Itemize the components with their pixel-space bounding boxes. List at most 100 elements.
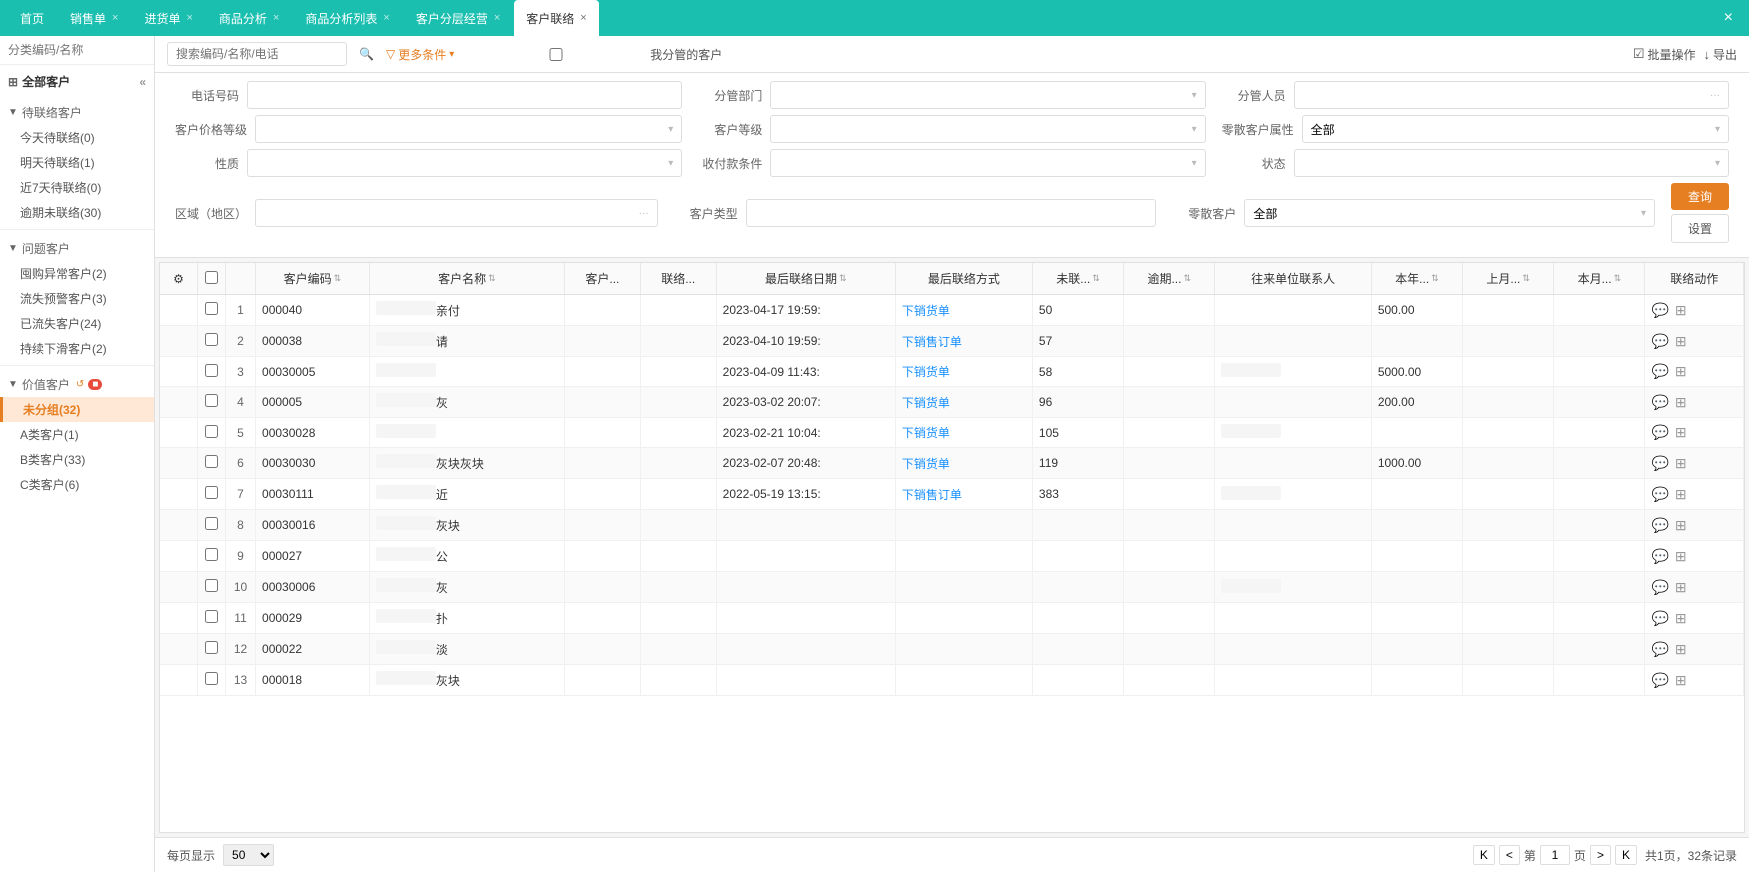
person-select[interactable]: ···	[1294, 81, 1729, 109]
sidebar-item-7days[interactable]: 近7天待联络(0)	[0, 175, 154, 200]
apps-icon[interactable]: ⊞	[1675, 610, 1687, 627]
tab-close-icon[interactable]: ×	[580, 12, 586, 24]
message-icon[interactable]: 💬	[1651, 548, 1668, 565]
col-last-month[interactable]: 上月... ⇅	[1463, 263, 1554, 295]
apps-icon[interactable]: ⊞	[1675, 333, 1687, 350]
sidebar-item-ungroup[interactable]: 未分组(32)	[0, 397, 154, 422]
sidebar-item-declining[interactable]: 持续下滑客户(2)	[0, 336, 154, 361]
apps-icon[interactable]: ⊞	[1675, 486, 1687, 503]
nav-tab-home[interactable]: 首页	[8, 0, 56, 36]
contact-way-link[interactable]: 下销货单	[902, 304, 950, 318]
col-code[interactable]: 客户编码 ⇅	[256, 263, 370, 295]
row-checkbox[interactable]	[205, 517, 218, 530]
row-checkbox[interactable]	[205, 364, 218, 377]
sparse-attr-select[interactable]: 全部 ▾	[1302, 115, 1729, 143]
col-overdue[interactable]: 逾期... ⇅	[1124, 263, 1215, 295]
prev-page-button[interactable]: <	[1499, 845, 1520, 865]
tab-close-icon[interactable]: ×	[273, 12, 279, 24]
message-icon[interactable]: 💬	[1651, 424, 1668, 441]
page-number-input[interactable]	[1540, 845, 1570, 865]
sidebar-item-churn-warn[interactable]: 流失预警客户(3)	[0, 286, 154, 311]
message-icon[interactable]: 💬	[1651, 363, 1668, 380]
message-icon[interactable]: 💬	[1651, 517, 1668, 534]
price-level-select[interactable]: ▾	[255, 115, 682, 143]
collapse-icon[interactable]: «	[139, 75, 146, 89]
apps-icon[interactable]: ⊞	[1675, 394, 1687, 411]
batch-op-button[interactable]: ☑ 批量操作	[1633, 46, 1696, 63]
sidebar-item-b-class[interactable]: B类客户(33)	[0, 447, 154, 472]
row-checkbox[interactable]	[205, 486, 218, 499]
refresh-icon[interactable]: ↺	[76, 379, 84, 390]
payment-select[interactable]: ▾	[770, 149, 1205, 177]
customer-type-input[interactable]	[746, 199, 1157, 227]
col-type[interactable]: 客户...	[564, 263, 640, 295]
apps-icon[interactable]: ⊞	[1675, 579, 1687, 596]
window-close-button[interactable]: ×	[1716, 9, 1741, 27]
apps-icon[interactable]: ⊞	[1675, 517, 1687, 534]
contact-way-link[interactable]: 下销货单	[902, 365, 950, 379]
message-icon[interactable]: 💬	[1651, 610, 1668, 627]
col-this-year[interactable]: 本年... ⇅	[1371, 263, 1462, 295]
message-icon[interactable]: 💬	[1651, 333, 1668, 350]
row-checkbox[interactable]	[205, 610, 218, 623]
contact-way-link[interactable]: 下销售订单	[902, 488, 962, 502]
more-conditions-button[interactable]: ▽ 更多条件 ▾	[386, 46, 454, 63]
sidebar-group-value[interactable]: ▼ 价值客户 ↺ ■	[0, 370, 154, 397]
col-this-month[interactable]: 本月... ⇅	[1554, 263, 1645, 295]
contact-way-link[interactable]: 下销货单	[902, 426, 950, 440]
col-no-contact[interactable]: 未联... ⇅	[1032, 263, 1123, 295]
row-checkbox[interactable]	[205, 455, 218, 468]
nav-tab-customer-contact[interactable]: 客户联络 ×	[514, 0, 598, 36]
search-button[interactable]: 查询	[1671, 183, 1729, 210]
row-checkbox[interactable]	[205, 302, 218, 315]
page-size-select[interactable]: 50 100 200	[223, 844, 274, 866]
search-input[interactable]	[167, 42, 347, 66]
message-icon[interactable]: 💬	[1651, 455, 1668, 472]
export-button[interactable]: ↓ 导出	[1703, 46, 1737, 63]
tab-close-icon[interactable]: ×	[112, 12, 118, 24]
reset-button[interactable]: 设置	[1671, 214, 1729, 243]
sidebar-item-a-class[interactable]: A类客户(1)	[0, 422, 154, 447]
nav-tab-purchase[interactable]: 进货单 ×	[132, 0, 204, 36]
row-checkbox[interactable]	[205, 548, 218, 561]
row-checkbox[interactable]	[205, 425, 218, 438]
sidebar-item-today[interactable]: 今天待联络(0)	[0, 125, 154, 150]
apps-icon[interactable]: ⊞	[1675, 424, 1687, 441]
filter-search-icon[interactable]: 🔍	[359, 47, 374, 61]
nav-tab-analysis[interactable]: 商品分析 ×	[207, 0, 291, 36]
sparse-select[interactable]: 全部 ▾	[1244, 199, 1655, 227]
sidebar-search-input[interactable]	[8, 43, 155, 57]
sidebar-item-overdue[interactable]: 逾期未联络(30)	[0, 200, 154, 225]
tab-close-icon[interactable]: ×	[186, 12, 192, 24]
first-page-button[interactable]: K	[1473, 845, 1495, 865]
dept-select[interactable]: ▾	[770, 81, 1205, 109]
col-last-contact-date[interactable]: 最后联络日期 ⇅	[716, 263, 895, 295]
tab-close-icon[interactable]: ×	[494, 12, 500, 24]
apps-icon[interactable]: ⊞	[1675, 672, 1687, 689]
tab-close-icon[interactable]: ×	[383, 12, 389, 24]
row-checkbox[interactable]	[205, 394, 218, 407]
sidebar-all-customers[interactable]: ⊞ 全部客户 «	[0, 65, 154, 98]
my-customers-checkbox-area[interactable]: 我分管的客户	[466, 46, 722, 63]
apps-icon[interactable]: ⊞	[1675, 455, 1687, 472]
message-icon[interactable]: 💬	[1651, 302, 1668, 319]
apps-icon[interactable]: ⊞	[1675, 641, 1687, 658]
last-page-button[interactable]: K	[1615, 845, 1637, 865]
nav-tab-customer-segment[interactable]: 客户分层经营 ×	[404, 0, 512, 36]
phone-input[interactable]	[247, 81, 682, 109]
row-checkbox[interactable]	[205, 672, 218, 685]
col-settings[interactable]: ⚙	[160, 263, 198, 295]
region-select[interactable]: ···	[255, 199, 658, 227]
contact-way-link[interactable]: 下销货单	[902, 457, 950, 471]
col-name[interactable]: 客户名称 ⇅	[369, 263, 564, 295]
contact-way-link[interactable]: 下销售订单	[902, 335, 962, 349]
message-icon[interactable]: 💬	[1651, 486, 1668, 503]
sidebar-item-tomorrow[interactable]: 明天待联络(1)	[0, 150, 154, 175]
status-select[interactable]: ▾	[1294, 149, 1729, 177]
apps-icon[interactable]: ⊞	[1675, 548, 1687, 565]
sidebar-group-problem[interactable]: ▼ 问题客户	[0, 234, 154, 261]
message-icon[interactable]: 💬	[1651, 579, 1668, 596]
sidebar-item-churned[interactable]: 已流失客户(24)	[0, 311, 154, 336]
nature-select[interactable]: ▾	[247, 149, 682, 177]
contact-way-link[interactable]: 下销货单	[902, 396, 950, 410]
